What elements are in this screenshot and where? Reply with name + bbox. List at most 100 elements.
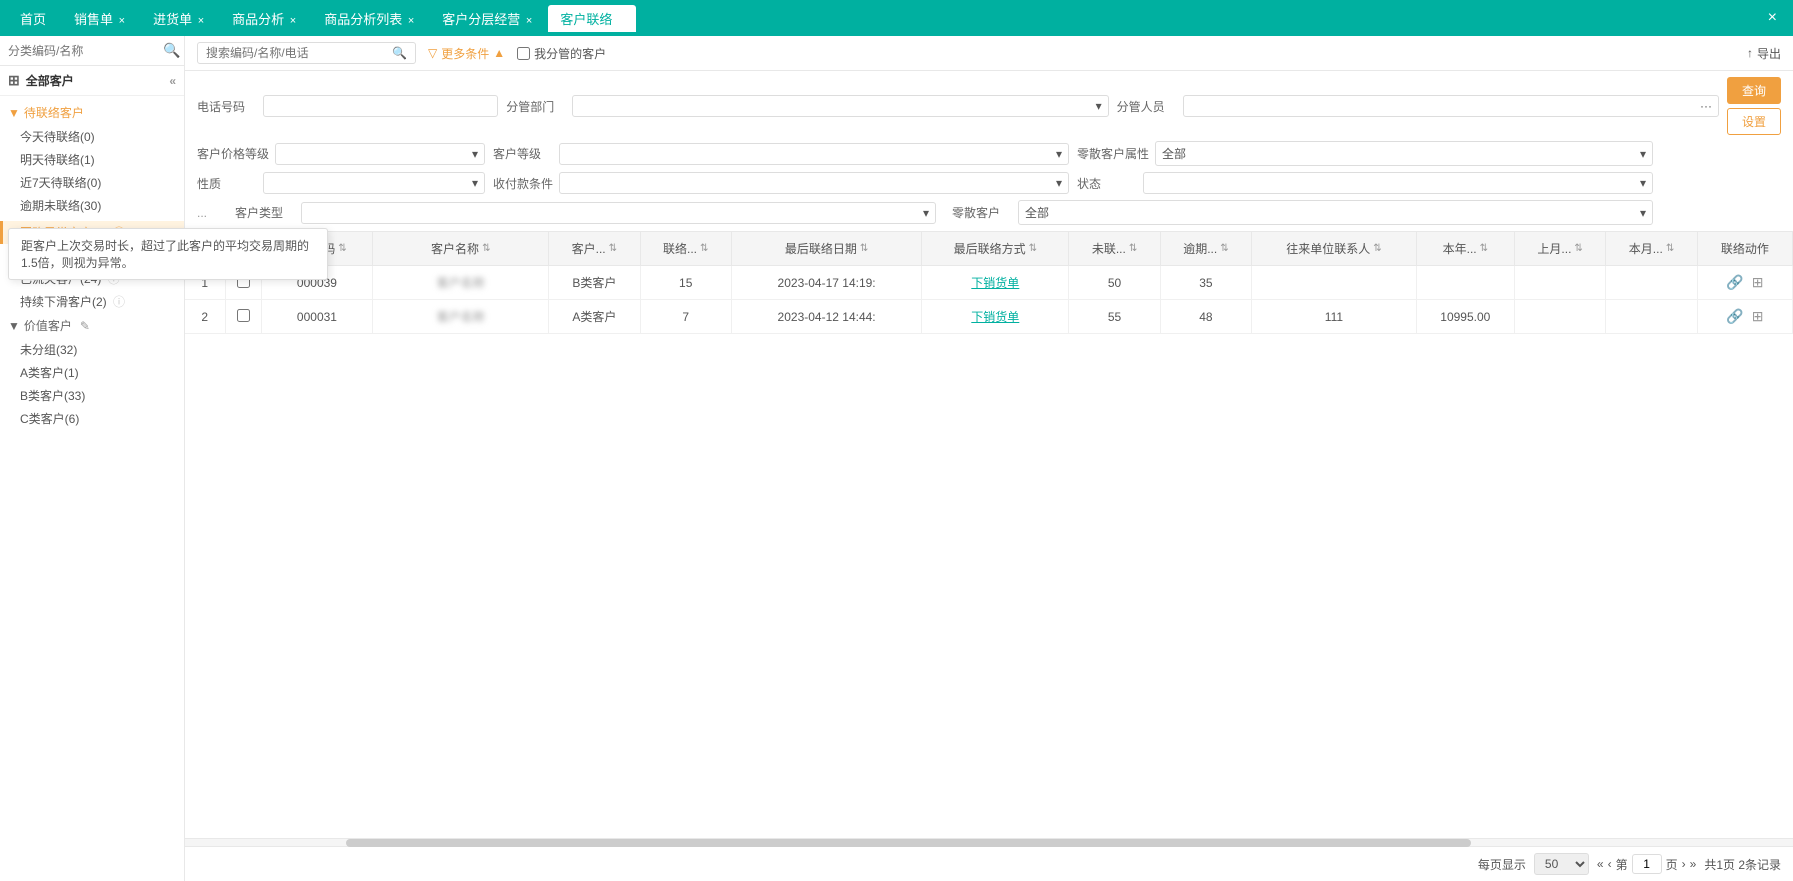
page-number-input[interactable] xyxy=(1632,854,1662,874)
sidebar-search-bar: 🔍 xyxy=(0,36,184,66)
customer-type-select[interactable]: ▾ xyxy=(301,202,936,224)
th-last-date[interactable]: 最后联络日期 ⇅ xyxy=(731,232,921,266)
page-first-button[interactable]: « xyxy=(1597,857,1604,871)
th-type[interactable]: 客户... ⇅ xyxy=(549,232,640,266)
nav-customer-contact[interactable]: 客户联络 × xyxy=(548,5,636,32)
data-table-wrapper: ⚙ 客户编码 ⇅ 客户名称 ⇅ xyxy=(185,232,1793,838)
zero-customer-select[interactable]: 全部 ▾ xyxy=(1018,200,1653,225)
th-contact-person[interactable]: 往来单位联系人 ⇅ xyxy=(1252,232,1417,266)
filter-rows: 电话号码 分管部门 ▾ 分管人员 ··· 查询 设置 xyxy=(185,71,1793,232)
row2-contact-count: 7 xyxy=(640,300,731,334)
sidebar-item-overdue[interactable]: 逾期未联络(30) xyxy=(0,194,184,217)
setting-button[interactable]: 设置 xyxy=(1727,108,1781,135)
sidebar-item-tomorrow[interactable]: 明天待联络(1) xyxy=(0,148,184,171)
query-button[interactable]: 查询 xyxy=(1727,77,1781,104)
filter-search-box[interactable]: 🔍 xyxy=(197,42,416,64)
nav-customer-tier-close[interactable]: × xyxy=(526,15,532,27)
chevron-down-icon-11: ▾ xyxy=(1640,206,1646,220)
nav-customer-contact-close[interactable]: × xyxy=(618,15,624,27)
th-this-year[interactable]: 本年... ⇅ xyxy=(1416,232,1514,266)
per-page-select[interactable]: 50 100 200 xyxy=(1534,853,1589,875)
nav-analysis[interactable]: 商品分析 × xyxy=(220,5,308,32)
edit-icon[interactable]: ✎ xyxy=(80,319,90,333)
nav-purchase-close[interactable]: × xyxy=(198,15,204,27)
row1-link-icon[interactable]: 🔗 xyxy=(1726,274,1743,291)
zero-customer-label: 零散客户 xyxy=(952,204,1012,221)
chevron-down-icon-4: ▾ xyxy=(472,147,478,161)
row1-last-method[interactable]: 下销货单 xyxy=(922,266,1069,300)
dept-select[interactable]: ▾ xyxy=(572,95,1108,117)
my-customers-checkbox[interactable] xyxy=(517,47,530,60)
row2-checkbox-input[interactable] xyxy=(237,309,250,322)
th-contact-count[interactable]: 联络... ⇅ xyxy=(640,232,731,266)
row1-overdue: 35 xyxy=(1160,266,1251,300)
nav-analysis-list-close[interactable]: × xyxy=(408,15,414,27)
nav-sales-close[interactable]: × xyxy=(119,15,125,27)
nav-sales[interactable]: 销售单 × xyxy=(62,5,137,32)
row2-overdue: 48 xyxy=(1160,300,1251,334)
nav-home[interactable]: 首页 xyxy=(8,5,58,32)
person-select[interactable]: ··· xyxy=(1183,95,1719,117)
zero-attr-select[interactable]: 全部 ▾ xyxy=(1155,141,1653,166)
horizontal-scrollbar[interactable] xyxy=(185,838,1793,846)
sidebar-item-b-class[interactable]: B类客户(33) xyxy=(0,384,184,407)
th-overdue[interactable]: 逾期... ⇅ xyxy=(1160,232,1251,266)
row1-last-method-link[interactable]: 下销货单 xyxy=(971,276,1019,290)
nav-analysis-list[interactable]: 商品分析列表 × xyxy=(312,5,426,32)
sidebar-item-today[interactable]: 今天待联络(0) xyxy=(0,125,184,148)
filter-price-level: 客户价格等级 ▾ xyxy=(197,143,485,165)
gender-label: 性质 xyxy=(197,175,257,192)
row2-grid-icon[interactable]: ⊞ xyxy=(1752,308,1764,325)
sidebar-value-group-header[interactable]: ▼ 价值客户 ✎ xyxy=(0,313,184,338)
th-last-method[interactable]: 最后联络方式 ⇅ xyxy=(922,232,1069,266)
row1-grid-icon[interactable]: ⊞ xyxy=(1752,274,1764,291)
export-button[interactable]: ↑ 导出 xyxy=(1747,45,1781,62)
status-select[interactable]: ▾ xyxy=(1143,172,1653,194)
sidebar-search-input[interactable] xyxy=(8,44,163,58)
window-close-button[interactable]: × xyxy=(1760,9,1785,27)
sidebar-pending-group-header[interactable]: ▼ 待联络客户 xyxy=(0,100,184,125)
price-level-select[interactable]: ▾ xyxy=(275,143,485,165)
scroll-thumb[interactable] xyxy=(346,839,1472,847)
sidebar-item-7days[interactable]: 近7天待联络(0) xyxy=(0,171,184,194)
my-customers-label: 我分管的客户 xyxy=(534,45,606,62)
top-navigation: 首页 销售单 × 进货单 × 商品分析 × 商品分析列表 × 客户分层经营 × … xyxy=(0,0,1793,36)
chevron-down-icon-2: ▼ xyxy=(8,319,20,333)
nav-purchase[interactable]: 进货单 × xyxy=(141,5,216,32)
sidebar-item-ungrouped[interactable]: 未分组(32) xyxy=(0,338,184,361)
th-last-month-label: 上月... xyxy=(1537,240,1571,257)
th-last-month[interactable]: 上月... ⇅ xyxy=(1514,232,1605,266)
th-this-month[interactable]: 本月... ⇅ xyxy=(1606,232,1697,266)
th-uncontact[interactable]: 未联... ⇅ xyxy=(1069,232,1160,266)
page-next-button[interactable]: › xyxy=(1682,857,1686,871)
sidebar-all-customers[interactable]: ⊞ 全部客户 « xyxy=(0,66,184,96)
page-label: 第 xyxy=(1616,856,1628,873)
th-actions: 联络动作 xyxy=(1697,232,1792,266)
payment-select[interactable]: ▾ xyxy=(559,172,1069,194)
row2-last-method-link[interactable]: 下销货单 xyxy=(971,310,1019,324)
th-name[interactable]: 客户名称 ⇅ xyxy=(373,232,549,266)
filter-row-2: 客户价格等级 ▾ 客户等级 ▾ 零散客户属性 全部 ▾ xyxy=(197,141,1781,166)
sidebar-item-a-class[interactable]: A类客户(1) xyxy=(0,361,184,384)
chevron-down-icon-3: ▾ xyxy=(1096,99,1102,113)
row2-last-method[interactable]: 下销货单 xyxy=(922,300,1069,334)
filter-more-conditions[interactable]: ▽ 更多条件 ▲ xyxy=(428,45,505,62)
more-filter-btn[interactable]: ... xyxy=(197,206,207,220)
page-last-button[interactable]: » xyxy=(1690,857,1697,871)
gender-select[interactable]: ▾ xyxy=(263,172,485,194)
sidebar-item-declining[interactable]: 持续下滑客户(2) ⓘ xyxy=(0,290,184,313)
filter-zero-customer: 零散客户 全部 ▾ xyxy=(952,200,1653,225)
row1-type: B类客户 xyxy=(549,266,640,300)
nav-analysis-close[interactable]: × xyxy=(290,15,296,27)
phone-input[interactable] xyxy=(263,95,498,117)
customer-level-select[interactable]: ▾ xyxy=(559,143,1069,165)
row2-link-icon[interactable]: 🔗 xyxy=(1726,308,1743,325)
nav-customer-tier[interactable]: 客户分层经营 × xyxy=(430,5,544,32)
page-prev-button[interactable]: ‹ xyxy=(1608,857,1612,871)
row2-contact-person: 111 xyxy=(1252,300,1417,334)
sidebar-item-c-class[interactable]: C类客户(6) xyxy=(0,407,184,430)
filter-row-4: ... 客户类型 ▾ 零散客户 全部 ▾ xyxy=(197,200,1781,225)
table-row: 1 000039 客户名称 B类客户 15 2023-04-17 14:19: … xyxy=(185,266,1793,300)
filter-search-input[interactable] xyxy=(206,46,386,60)
sidebar-collapse-button[interactable]: « xyxy=(169,74,176,88)
